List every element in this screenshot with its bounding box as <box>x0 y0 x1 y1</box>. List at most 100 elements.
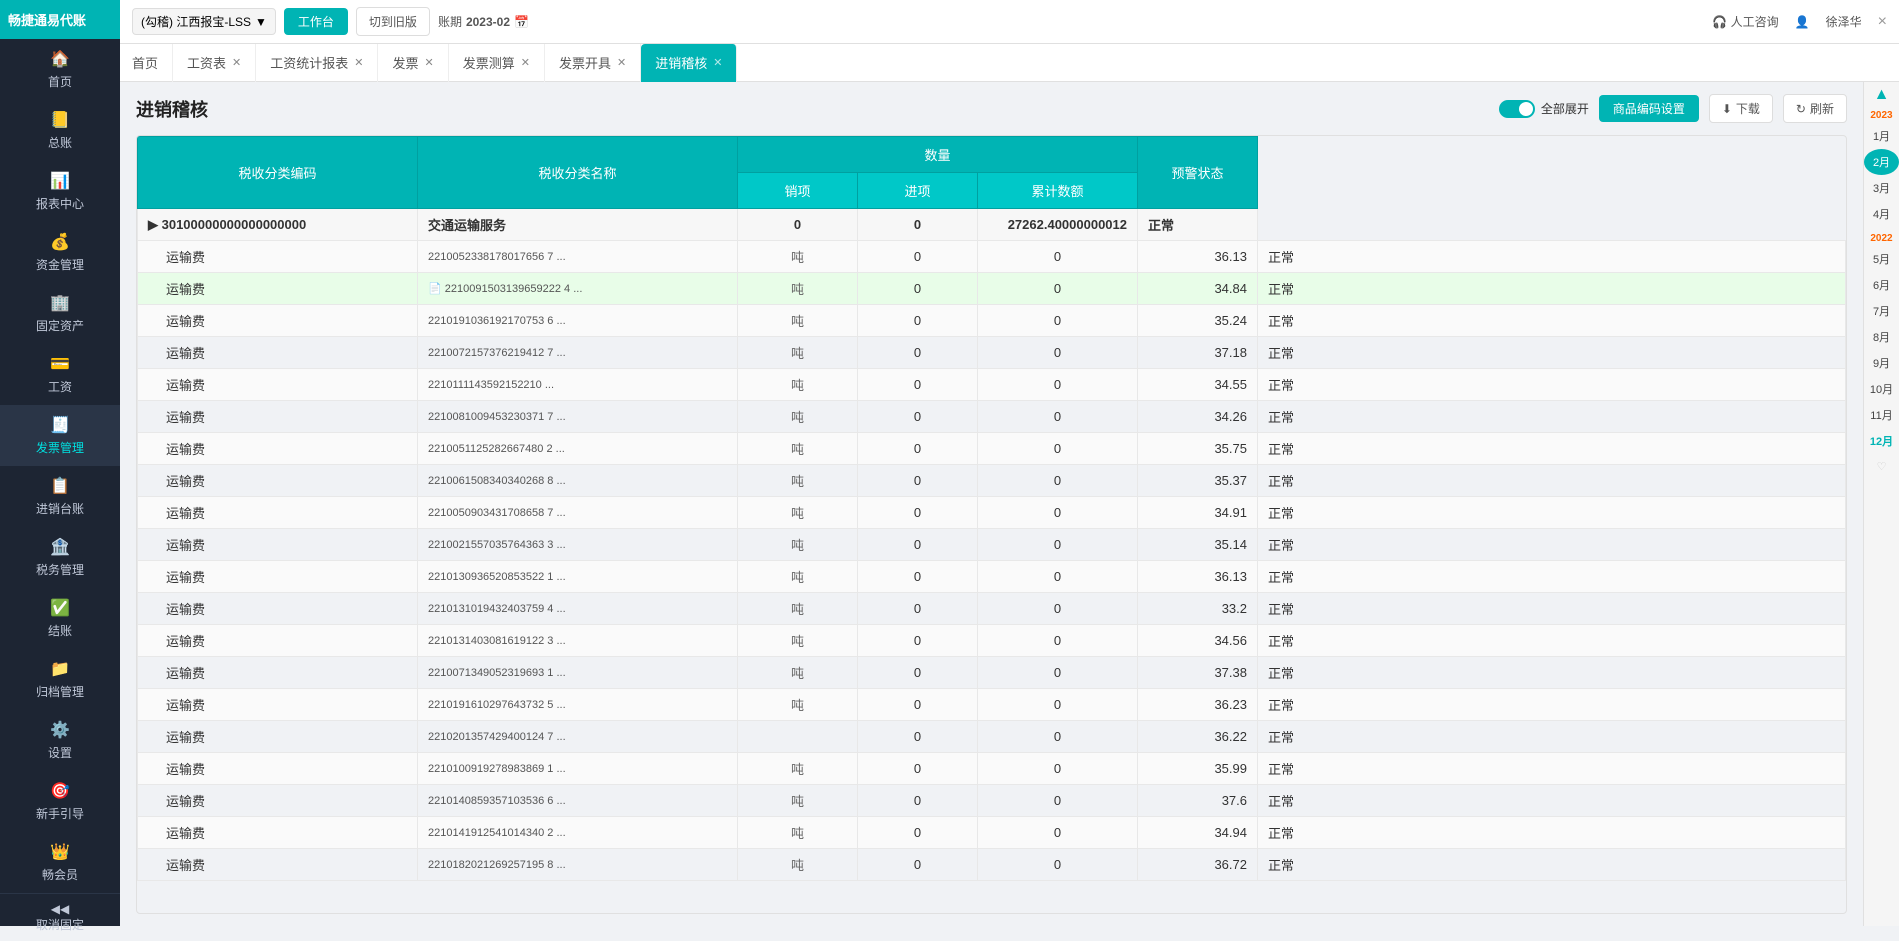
col-cumulative: 累计数额 <box>978 173 1138 209</box>
tab-close-icon[interactable]: ✕ <box>425 56 434 69</box>
tab-label: 发票测算 <box>463 53 515 72</box>
table-row-code: 2210100919278983869 1 ... <box>418 753 738 785</box>
product-code-button[interactable]: 商品编码设置 <box>1599 95 1699 122</box>
tab-close-icon[interactable]: ✕ <box>617 56 626 69</box>
reports-icon: 📊 <box>50 171 70 191</box>
sidebar-item-salary[interactable]: 💳 工资 <box>0 344 120 405</box>
table-row-status: 正常 <box>1258 561 1846 593</box>
switch-version-button[interactable]: 切到旧版 <box>356 7 430 36</box>
table-row-code: 2210081009453230371 7 ... <box>418 401 738 433</box>
table-row-cumulative: 27262.40000000012 <box>978 209 1138 241</box>
calendar-month-jun-2022[interactable]: 6月 <box>1864 272 1899 298</box>
calendar-month-jul-2022[interactable]: 7月 <box>1864 298 1899 324</box>
guide-icon: 🎯 <box>50 781 70 801</box>
sidebar-item-guide[interactable]: 🎯 新手引导 <box>0 771 120 832</box>
calendar-month-aug-2022[interactable]: 8月 <box>1864 324 1899 350</box>
calendar-month-dec-2022[interactable]: 12月 <box>1864 428 1899 454</box>
calendar-month-may-2022[interactable]: 5月 <box>1864 246 1899 272</box>
sidebar-item-fund[interactable]: 💰 资金管理 <box>0 222 120 283</box>
tab-salary-table[interactable]: 工资表 ✕ <box>173 44 256 82</box>
sidebar-item-sales[interactable]: 📋 进销台账 <box>0 466 120 527</box>
service-button[interactable]: 🎧 人工咨询 <box>1712 13 1778 30</box>
tab-invoice-issue[interactable]: 发票开具 ✕ <box>545 44 641 82</box>
calendar-month-apr-2023[interactable]: 4月 <box>1864 201 1899 227</box>
close-button[interactable]: × <box>1878 13 1887 31</box>
download-button[interactable]: ⬇ 下载 <box>1709 94 1773 123</box>
table-row-code: 2210140859357103536 6 ... <box>418 785 738 817</box>
calendar-month-jan-2023[interactable]: 1月 <box>1864 123 1899 149</box>
table-row-code: 2210071349052319693 1 ... <box>418 657 738 689</box>
refresh-icon: ↻ <box>1796 102 1806 116</box>
calendar-month-sep-2022[interactable]: 9月 <box>1864 350 1899 376</box>
company-selector[interactable]: (勾稽) 江西报宝-LSS ▼ <box>132 8 276 35</box>
calendar-month-mar-2023[interactable]: 3月 <box>1864 175 1899 201</box>
tab-salary-report[interactable]: 工资统计报表 ✕ <box>256 44 378 82</box>
favorite-icon[interactable]: ♡ <box>1871 454 1893 479</box>
sidebar-item-assets[interactable]: 🏢 固定资产 <box>0 283 120 344</box>
sidebar-item-invoice[interactable]: 🧾 发票管理 <box>0 405 120 466</box>
table-row-code: 2210131019432403759 4 ... <box>418 593 738 625</box>
tab-label: 首页 <box>132 53 158 72</box>
tab-close-icon[interactable]: ✕ <box>232 56 241 69</box>
refresh-button[interactable]: ↻ 刷新 <box>1783 94 1847 123</box>
table-row-sales: 0 <box>858 305 978 337</box>
calendar-icon[interactable]: 📅 <box>514 15 529 29</box>
table-row-cumulative: 36.23 <box>1138 689 1258 721</box>
calendar-month-feb-2023[interactable]: 2月 <box>1864 149 1899 175</box>
sidebar-item-settlement[interactable]: ✅ 结账 <box>0 588 120 649</box>
workspace-button[interactable]: 工作台 <box>284 8 348 35</box>
table-row-sales: 0 <box>858 529 978 561</box>
table-row-sales: 0 <box>858 561 978 593</box>
table-row-code: 2210130936520853522 1 ... <box>418 561 738 593</box>
sidebar-item-settings[interactable]: ⚙️ 设置 <box>0 710 120 771</box>
sidebar-item-home[interactable]: 🏠 首页 <box>0 39 120 100</box>
table-row-code: 2210191036192170753 6 ... <box>418 305 738 337</box>
table-row-unit: 吨 <box>738 753 858 785</box>
tab-invoice[interactable]: 发票 ✕ <box>378 44 448 82</box>
sidebar-item-label: 设置 <box>48 744 72 761</box>
sidebar-item-reports[interactable]: 📊 报表中心 <box>0 161 120 222</box>
table-row-cumulative: 37.6 <box>1138 785 1258 817</box>
sidebar-item-member[interactable]: 👑 畅会员 <box>0 832 120 893</box>
table-row-item-name: 运输费 <box>138 529 418 561</box>
table-row-code: 2210050903431708658 7 ... <box>418 497 738 529</box>
sidebar-bottom-unpin[interactable]: ◀◀ 取消固定 <box>0 893 120 941</box>
tab-close-icon[interactable]: ✕ <box>713 56 722 69</box>
table-row-sales: 0 <box>858 721 978 753</box>
year-2023-label: 2023 <box>1870 108 1892 123</box>
tab-close-icon[interactable]: ✕ <box>354 56 363 69</box>
table-row-item-name: 运输费 <box>138 689 418 721</box>
sidebar-item-tax[interactable]: 🏦 税务管理 <box>0 527 120 588</box>
expand-all-toggle[interactable]: 全部展开 <box>1499 100 1589 118</box>
calendar-month-oct-2022[interactable]: 10月 <box>1864 376 1899 402</box>
table-row-purchase: 0 <box>978 369 1138 401</box>
user-avatar: 👤 <box>1795 15 1810 29</box>
table-row-item-name: 运输费 <box>138 305 418 337</box>
table-row-cumulative: 36.13 <box>1138 561 1258 593</box>
table-row-purchase: 0 <box>978 625 1138 657</box>
period-display: 账期 2023-02 📅 <box>438 13 529 30</box>
toggle-switch[interactable] <box>1499 100 1535 118</box>
table-row-purchase: 0 <box>978 657 1138 689</box>
table-row-unit: 吨 <box>738 561 858 593</box>
tab-invoice-calc[interactable]: 发票测算 ✕ <box>449 44 545 82</box>
table-row-code: 2210111143592152210 ... <box>418 369 738 401</box>
table-row-code: 2210072157376219412 7 ... <box>418 337 738 369</box>
tab-label: 工资表 <box>187 53 226 72</box>
sidebar-item-label: 工资 <box>48 378 72 395</box>
calendar-month-nov-2022[interactable]: 11月 <box>1864 402 1899 428</box>
table-row-status: 正常 <box>1258 721 1846 753</box>
sidebar-item-ledger[interactable]: 📒 总账 <box>0 100 120 161</box>
table-row-sales: 0 <box>858 497 978 529</box>
fund-icon: 💰 <box>50 232 70 252</box>
company-name: (勾稽) 江西报宝-LSS <box>141 13 251 30</box>
sidebar-item-archive[interactable]: 📁 归档管理 <box>0 649 120 710</box>
scroll-up-button[interactable]: ▲ <box>1864 82 1899 108</box>
table-row-code: 📄 2210091503139659222 4 ... <box>418 273 738 305</box>
table-row-item-name: 运输费 <box>138 849 418 881</box>
tab-close-icon[interactable]: ✕ <box>521 56 530 69</box>
tab-purchase-sale[interactable]: 进销稽核 ✕ <box>641 44 737 82</box>
tab-home[interactable]: 首页 <box>132 44 173 82</box>
table-row-purchase: 0 <box>978 593 1138 625</box>
table-row-status: 正常 <box>1258 625 1846 657</box>
